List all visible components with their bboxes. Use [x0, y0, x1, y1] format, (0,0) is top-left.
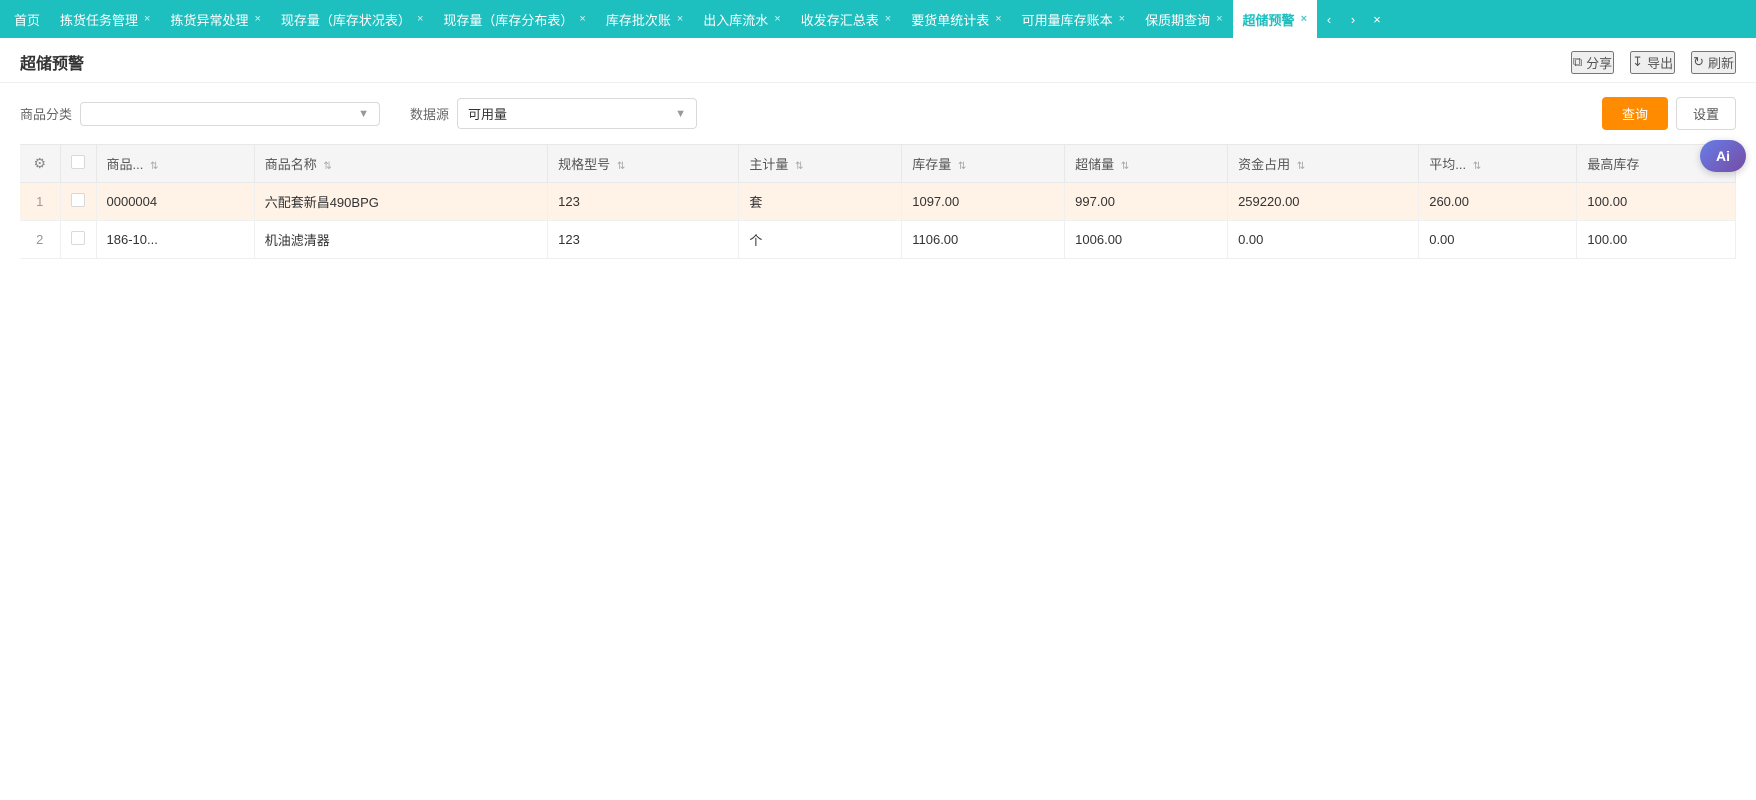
nav-item-inout[interactable]: 出入库流水 × — [693, 0, 790, 38]
page-header: 超储预警 ⧉ 分享 ↧ 导出 ↻ 刷新 — [0, 38, 1756, 83]
close-icon[interactable]: × — [1119, 13, 1125, 25]
close-icon[interactable]: × — [254, 13, 260, 25]
max-stock-cell: 100.00 — [1577, 183, 1736, 221]
query-button[interactable]: 查询 — [1602, 97, 1668, 130]
datasource-value: 可用量 — [468, 104, 507, 123]
gear-icon[interactable]: ⚙ — [33, 155, 46, 171]
sort-icon: ⇅ — [150, 161, 158, 172]
sort-icon: ⇅ — [1473, 161, 1481, 172]
capital-cell: 259220.00 — [1228, 183, 1419, 221]
export-button[interactable]: ↧ 导出 — [1630, 51, 1675, 74]
col-capital[interactable]: 资金占用 ⇅ — [1228, 145, 1419, 183]
refresh-icon: ↻ — [1693, 54, 1704, 70]
header-actions: ⧉ 分享 ↧ 导出 ↻ 刷新 — [1571, 51, 1736, 74]
overstock-cell: 1006.00 — [1065, 221, 1228, 259]
overstock-cell: 997.00 — [1065, 183, 1228, 221]
chevron-down-icon: ▼ — [675, 108, 686, 120]
sort-icon: ⇅ — [1121, 161, 1129, 172]
chevron-down-icon: ▼ — [358, 108, 369, 120]
product-name-cell: 机油滤清器 — [254, 221, 547, 259]
export-icon: ↧ — [1632, 54, 1643, 70]
close-icon[interactable]: × — [1301, 13, 1307, 25]
spec-cell: 123 — [548, 183, 739, 221]
settings-button[interactable]: 设置 — [1676, 97, 1736, 130]
row-checkbox[interactable] — [71, 231, 85, 245]
product-name-cell: 六配套新昌490BPG — [254, 183, 547, 221]
sort-icon: ⇅ — [1297, 161, 1305, 172]
datasource-filter: 数据源 可用量 ▼ — [410, 98, 697, 129]
avg-cell: 260.00 — [1419, 183, 1577, 221]
col-gear: ⚙ — [20, 145, 60, 183]
close-icon[interactable]: × — [677, 13, 683, 25]
sort-icon: ⇅ — [958, 161, 966, 172]
sort-icon: ⇅ — [795, 161, 803, 172]
row-checkbox[interactable] — [71, 193, 85, 207]
header-checkbox[interactable] — [71, 155, 85, 169]
nav-item-stock-status[interactable]: 现存量（库存状况表） × — [271, 0, 433, 38]
nav-item-abnormal[interactable]: 拣货异常处理 × — [160, 0, 270, 38]
stock-cell: 1106.00 — [902, 221, 1065, 259]
stock-cell: 1097.00 — [902, 183, 1065, 221]
nav-item-overstock[interactable]: 超储预警 × — [1233, 0, 1317, 38]
close-icon[interactable]: × — [885, 13, 891, 25]
close-icon[interactable]: × — [144, 13, 150, 25]
category-select[interactable]: ▼ — [80, 102, 380, 126]
share-icon: ⧉ — [1573, 54, 1582, 70]
col-product-code[interactable]: 商品... ⇅ — [96, 145, 254, 183]
nav-next-arrow[interactable]: › — [1341, 0, 1365, 38]
max-stock-cell: 100.00 — [1577, 221, 1736, 259]
nav-prev-arrow[interactable]: ‹ — [1317, 0, 1341, 38]
category-label: 商品分类 — [20, 104, 72, 123]
datasource-select[interactable]: 可用量 ▼ — [457, 98, 697, 129]
nav-item-batch[interactable]: 库存批次账 × — [596, 0, 693, 38]
row-checkbox-cell — [60, 183, 96, 221]
nav-item-order-stats[interactable]: 要货单统计表 × — [901, 0, 1011, 38]
row-checkbox-cell — [60, 221, 96, 259]
spec-cell: 123 — [548, 221, 739, 259]
datasource-label: 数据源 — [410, 104, 449, 123]
filter-buttons: 查询 设置 — [1602, 97, 1736, 130]
page-title: 超储预警 — [20, 50, 84, 74]
nav-item-collect[interactable]: 收发存汇总表 × — [791, 0, 901, 38]
table-row: 1 0000004 六配套新昌490BPG 123 套 1097.00 997.… — [20, 183, 1736, 221]
col-overstock[interactable]: 超储量 ⇅ — [1065, 145, 1228, 183]
sort-icon: ⇅ — [617, 161, 625, 172]
nav-item-quality[interactable]: 保质期查询 × — [1135, 0, 1232, 38]
unit-cell: 套 — [739, 183, 902, 221]
sort-icon: ⇅ — [323, 161, 331, 172]
close-icon[interactable]: × — [1216, 13, 1222, 25]
refresh-button[interactable]: ↻ 刷新 — [1691, 51, 1736, 74]
overstock-table: ⚙ 商品... ⇅ 商品名称 ⇅ 规格型号 ⇅ 主计量 — [20, 144, 1736, 259]
nav-close-arrow[interactable]: × — [1365, 0, 1389, 38]
avg-cell: 0.00 — [1419, 221, 1577, 259]
nav-item-stock-dist[interactable]: 现存量（库存分布表） × — [433, 0, 595, 38]
unit-cell: 个 — [739, 221, 902, 259]
col-product-name[interactable]: 商品名称 ⇅ — [254, 145, 547, 183]
close-icon[interactable]: × — [995, 13, 1001, 25]
col-stock[interactable]: 库存量 ⇅ — [902, 145, 1065, 183]
col-spec[interactable]: 规格型号 ⇅ — [548, 145, 739, 183]
col-checkbox — [60, 145, 96, 183]
filter-area: 商品分类 ▼ 数据源 可用量 ▼ 查询 设置 — [0, 83, 1756, 144]
row-num-cell: 2 — [20, 221, 60, 259]
capital-cell: 0.00 — [1228, 221, 1419, 259]
table-container: ⚙ 商品... ⇅ 商品名称 ⇅ 规格型号 ⇅ 主计量 — [0, 144, 1756, 259]
col-avg[interactable]: 平均... ⇅ — [1419, 145, 1577, 183]
col-unit[interactable]: 主计量 ⇅ — [739, 145, 902, 183]
top-nav: 首页 拣货任务管理 × 拣货异常处理 × 现存量（库存状况表） × 现存量（库存… — [0, 0, 1756, 38]
nav-item-available[interactable]: 可用量库存账本 × — [1012, 0, 1135, 38]
nav-item-task-mgmt[interactable]: 拣货任务管理 × — [50, 0, 160, 38]
table-row: 2 186-10... 机油滤清器 123 个 1106.00 1006.00 … — [20, 221, 1736, 259]
share-button[interactable]: ⧉ 分享 — [1571, 51, 1614, 74]
row-num-cell: 1 — [20, 183, 60, 221]
product-code-cell: 186-10... — [96, 221, 254, 259]
close-icon[interactable]: × — [579, 13, 585, 25]
table-header-row: ⚙ 商品... ⇅ 商品名称 ⇅ 规格型号 ⇅ 主计量 — [20, 145, 1736, 183]
category-filter: 商品分类 ▼ — [20, 102, 380, 126]
ai-button[interactable]: Ai — [1700, 140, 1746, 172]
nav-item-home[interactable]: 首页 — [4, 0, 50, 38]
close-icon[interactable]: × — [417, 13, 423, 25]
product-code-cell: 0000004 — [96, 183, 254, 221]
close-icon[interactable]: × — [774, 13, 780, 25]
